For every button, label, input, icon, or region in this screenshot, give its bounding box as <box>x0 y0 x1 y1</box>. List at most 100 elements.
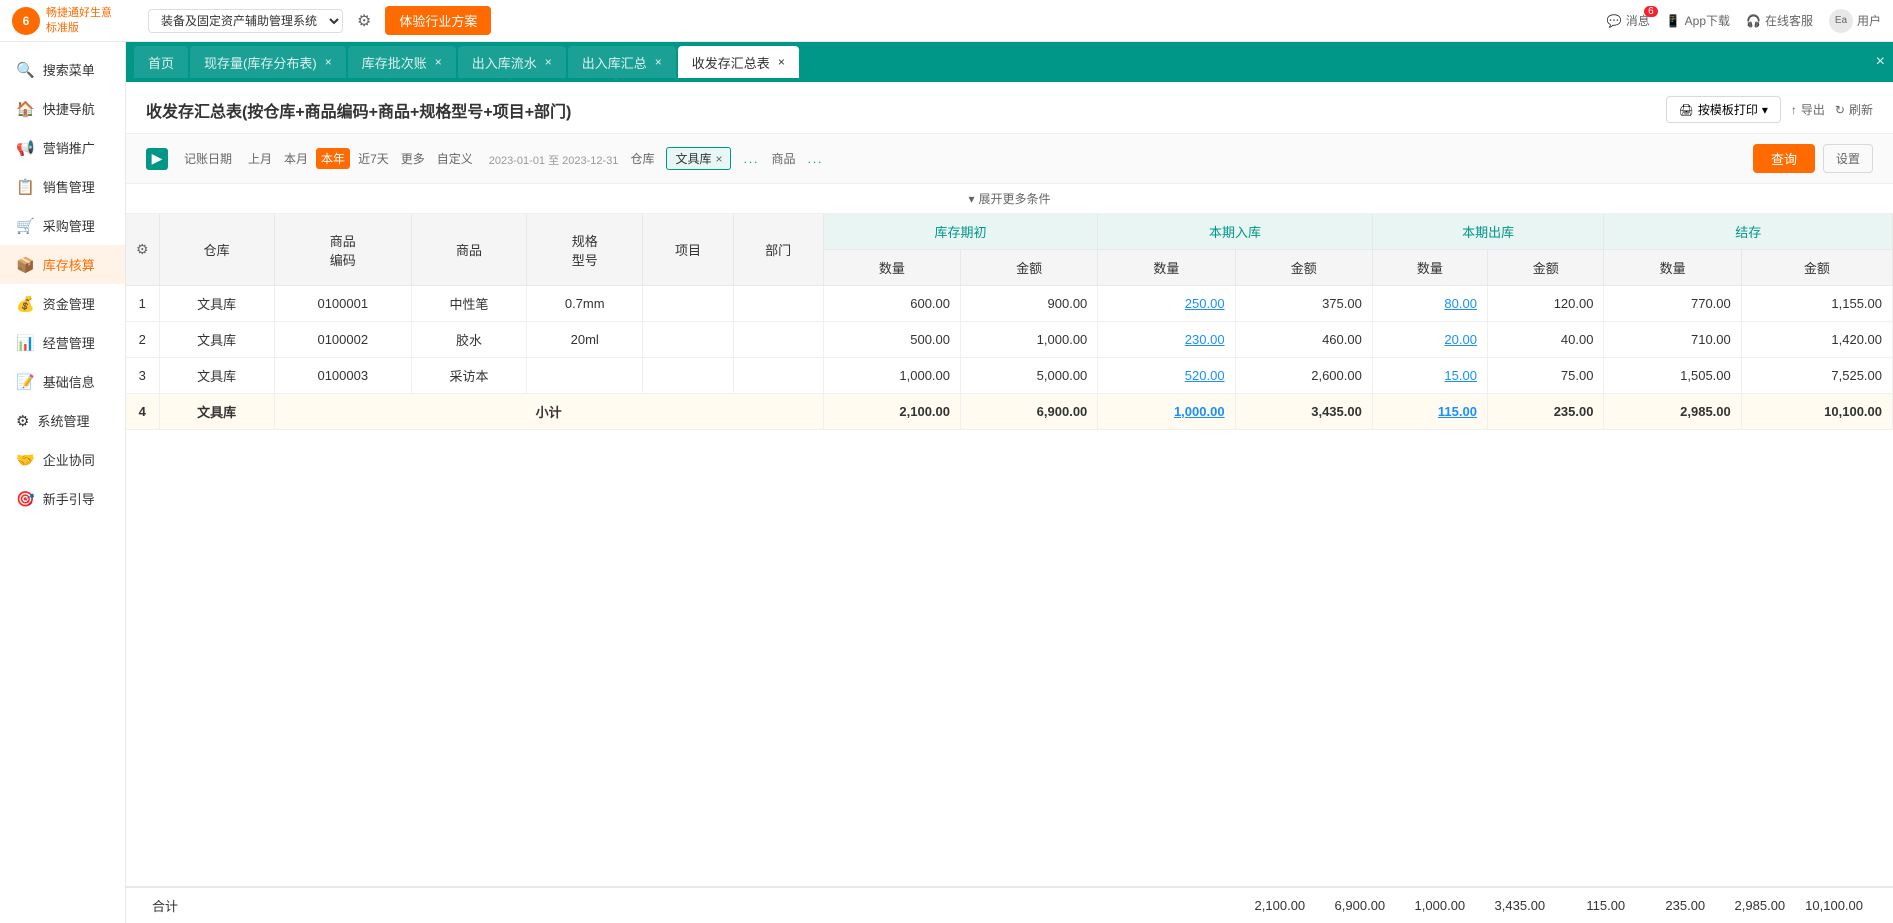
col-closing-amt: 金额 <box>1741 250 1892 286</box>
logo-icon: 6 <box>12 7 40 35</box>
col-group-period-in: 本期入库 <box>1098 214 1373 250</box>
col-goods-code: 商品编码 <box>274 214 411 286</box>
sidebar-item-purchase[interactable]: 🛒 采购管理 <box>0 206 125 245</box>
subtotal-label: 小计 <box>274 394 823 430</box>
tab-close-inventory-dist[interactable]: × <box>325 56 332 68</box>
footer-closing-qty: 2,985.00 <box>1715 898 1795 913</box>
col-settings: ⚙ <box>126 214 159 286</box>
subtotal-row: 4 文具库 小计 2,100.00 6,900.00 1,000.00 3,43… <box>126 394 1893 430</box>
row-warehouse: 文具库 <box>159 322 274 358</box>
tab-close-in-out-summary[interactable]: × <box>655 56 662 68</box>
filter-row: 记账日期 上月 本月 本年 近7天 更多 自定义 2023-01-01 至 20… <box>184 147 824 170</box>
row-warehouse: 文具库 <box>159 358 274 394</box>
footer-closing-amt: 10,100.00 <box>1795 898 1883 913</box>
sidebar-item-quick-nav[interactable]: 🏠 快捷导航 <box>0 89 125 128</box>
tab-in-out-summary[interactable]: 出入库汇总 × <box>568 46 676 78</box>
subtotal-out-qty[interactable]: 115.00 <box>1372 394 1487 430</box>
sidebar-item-label: 系统管理 <box>37 411 89 430</box>
sidebar-item-system[interactable]: ⚙ 系统管理 <box>0 401 125 440</box>
sidebar-item-newbie[interactable]: 🎯 新手引导 <box>0 479 125 518</box>
data-table: ⚙ 仓库 商品编码 商品 规格型号 项目 部门 库存期初 本期入库 本期出库 结… <box>126 214 1893 430</box>
warehouse-tag-close[interactable]: × <box>715 152 722 166</box>
date-btn-more[interactable]: 更多 <box>397 148 429 169</box>
goods-more-dots[interactable]: ... <box>808 152 824 166</box>
subtotal-closing-qty: 2,985.00 <box>1604 394 1741 430</box>
sidebar-item-sales[interactable]: 📋 销售管理 <box>0 167 125 206</box>
query-button[interactable]: 查询 <box>1753 144 1815 173</box>
row-department <box>733 358 823 394</box>
tab-close-batch-account[interactable]: × <box>435 56 442 68</box>
expand-more-button[interactable]: ▾ 展开更多条件 <box>968 190 1050 207</box>
tab-inventory-dist[interactable]: 现存量(库存分布表) × <box>190 46 346 78</box>
row-in-qty[interactable]: 230.00 <box>1098 322 1235 358</box>
sidebar-item-finance[interactable]: 💰 资金管理 <box>0 284 125 323</box>
sidebar-item-label: 资金管理 <box>43 294 95 313</box>
refresh-button[interactable]: ↻ 刷新 <box>1835 101 1873 118</box>
tab-recv-send-summary[interactable]: 收发存汇总表 × <box>678 46 799 78</box>
row-in-qty[interactable]: 250.00 <box>1098 286 1235 322</box>
date-btn-this-month[interactable]: 本月 <box>280 148 312 169</box>
basic-info-icon: 📝 <box>16 373 35 391</box>
expand-row: ▾ 展开更多条件 <box>126 184 1893 214</box>
tab-bar-close[interactable]: × <box>1876 53 1885 71</box>
row-opening-amt: 5,000.00 <box>961 358 1098 394</box>
trial-button[interactable]: 体验行业方案 <box>385 6 491 35</box>
table-settings-icon[interactable]: ⚙ <box>136 241 149 257</box>
marketing-icon: 📢 <box>16 139 35 157</box>
row-opening-amt: 900.00 <box>961 286 1098 322</box>
page-header: 收发存汇总表(按仓库+商品编码+商品+规格型号+项目+部门) 🖨 按模板打印 ▾… <box>126 82 1893 134</box>
filter-bar: ▶ 记账日期 上月 本月 本年 近7天 更多 自定义 2023-01-01 至 … <box>126 134 1893 184</box>
row-in-qty[interactable]: 520.00 <box>1098 358 1235 394</box>
sidebar-item-label: 搜索菜单 <box>43 60 95 79</box>
warehouse-filter-tag[interactable]: 文具库 × <box>666 147 731 170</box>
row-out-qty[interactable]: 80.00 <box>1372 286 1487 322</box>
tab-close-in-out-flow[interactable]: × <box>545 56 552 68</box>
date-btn-custom[interactable]: 自定义 <box>433 148 477 169</box>
system-selector[interactable]: 装备及固定资产辅助管理系统 <box>148 9 343 33</box>
row-opening-qty: 500.00 <box>823 322 960 358</box>
sidebar-item-label: 企业协同 <box>43 450 95 469</box>
sidebar-item-marketing[interactable]: 📢 营销推广 <box>0 128 125 167</box>
date-shortcuts: 上月 本月 本年 近7天 更多 自定义 <box>244 148 477 169</box>
app-download-item[interactable]: 📱 App下载 <box>1666 12 1730 29</box>
sidebar-item-label: 经营管理 <box>43 333 95 352</box>
page-title: 收发存汇总表(按仓库+商品编码+商品+规格型号+项目+部门) <box>146 98 571 122</box>
subtotal-in-qty[interactable]: 1,000.00 <box>1098 394 1235 430</box>
col-opening-qty: 数量 <box>823 250 960 286</box>
sidebar-item-label: 采购管理 <box>43 216 95 235</box>
col-group-closing: 结存 <box>1604 214 1893 250</box>
user-item[interactable]: Ea 用户 <box>1829 9 1881 33</box>
gear-button[interactable]: ⚙ <box>353 7 375 35</box>
date-btn-7days[interactable]: 近7天 <box>354 148 393 169</box>
date-btn-prev-month[interactable]: 上月 <box>244 148 276 169</box>
col-project: 项目 <box>643 214 733 286</box>
tab-close-recv-send-summary[interactable]: × <box>778 56 785 68</box>
sidebar-item-inventory[interactable]: 📦 库存核算 <box>0 245 125 284</box>
sidebar-item-enterprise[interactable]: 🤝 企业协同 <box>0 440 125 479</box>
export-button[interactable]: ↑ 导出 <box>1791 101 1825 118</box>
col-goods-name: 商品 <box>411 214 526 286</box>
row-out-qty[interactable]: 20.00 <box>1372 322 1487 358</box>
row-out-amt: 120.00 <box>1487 286 1604 322</box>
row-out-qty[interactable]: 15.00 <box>1372 358 1487 394</box>
col-group-period-out: 本期出库 <box>1372 214 1604 250</box>
sidebar-item-basic-info[interactable]: 📝 基础信息 <box>0 362 125 401</box>
message-item[interactable]: 💬 消息 6 <box>1607 12 1650 29</box>
row-closing-qty: 710.00 <box>1604 322 1741 358</box>
tab-batch-account[interactable]: 库存批次账 × <box>348 46 456 78</box>
sidebar-item-search[interactable]: 🔍 搜索菜单 <box>0 50 125 89</box>
warehouse-more-dots[interactable]: ... <box>743 152 759 166</box>
online-service-item[interactable]: 🎧 在线客服 <box>1746 12 1813 29</box>
row-closing-amt: 1,420.00 <box>1741 322 1892 358</box>
top-right: 💬 消息 6 📱 App下载 🎧 在线客服 Ea 用户 <box>1607 9 1881 33</box>
row-opening-qty: 1,000.00 <box>823 358 960 394</box>
content-area: 首页 现存量(库存分布表) × 库存批次账 × 出入库流水 × 出入库汇总 × … <box>126 42 1893 923</box>
sidebar-item-operations[interactable]: 📊 经营管理 <box>0 323 125 362</box>
print-template-button[interactable]: 🖨 按模板打印 ▾ <box>1666 96 1781 123</box>
filter-settings-button[interactable]: 设置 <box>1823 144 1873 173</box>
export-icon: ↑ <box>1791 103 1797 117</box>
tab-in-out-flow[interactable]: 出入库流水 × <box>458 46 566 78</box>
tab-home[interactable]: 首页 <box>134 46 188 78</box>
date-btn-this-year[interactable]: 本年 <box>316 148 350 169</box>
filter-toggle-button[interactable]: ▶ <box>146 148 168 170</box>
